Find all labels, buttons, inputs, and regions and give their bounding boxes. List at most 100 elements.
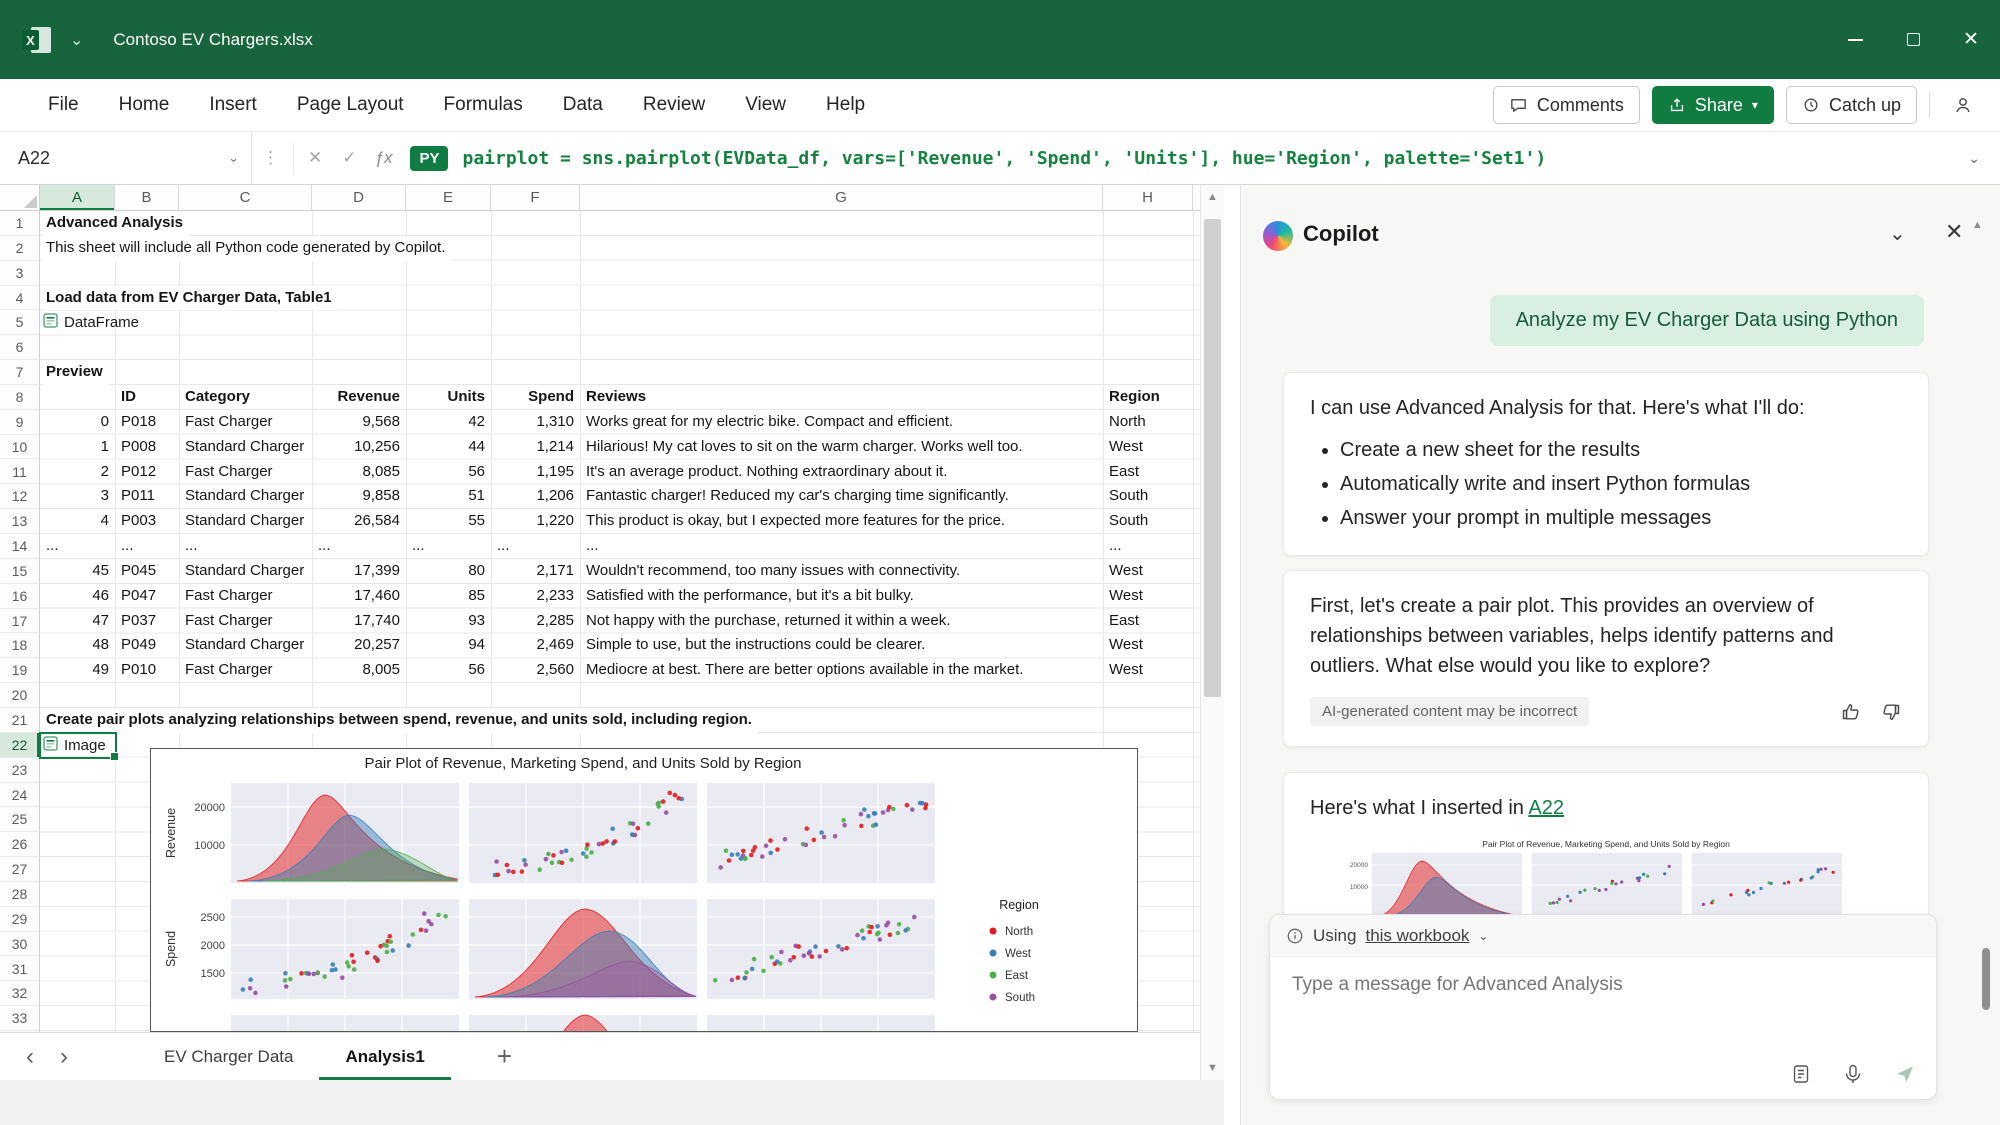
ribbon-tab-page-layout[interactable]: Page Layout (297, 94, 404, 116)
cell-G18[interactable]: Simple to use, but the instructions coul… (580, 633, 1103, 658)
row-header-30[interactable]: 30 (0, 932, 39, 957)
cell-D14[interactable]: ... (312, 534, 406, 559)
cell-D16[interactable]: 17,460 (312, 584, 406, 609)
cell-D19[interactable]: 8,005 (312, 658, 406, 683)
row-header-15[interactable]: 15 (0, 559, 39, 584)
column-header-F[interactable]: F (491, 185, 580, 210)
cell-F11[interactable]: 1,195 (491, 460, 580, 485)
cell-F12[interactable]: 1,206 (491, 484, 580, 509)
row-header-20[interactable]: 20 (0, 683, 39, 708)
row-header-32[interactable]: 32 (0, 981, 39, 1006)
cell-H15[interactable]: West (1103, 559, 1193, 584)
sheet-tab-ev-charger-data[interactable]: EV Charger Data (138, 1033, 319, 1080)
cell-C19[interactable]: Fast Charger (179, 658, 312, 683)
panel-scrollbar-thumb[interactable] (1982, 948, 1990, 1010)
cell-A13[interactable]: 4 (40, 509, 115, 534)
row-header-19[interactable]: 19 (0, 658, 39, 683)
cell-E19[interactable]: 56 (406, 658, 491, 683)
row-header-31[interactable]: 31 (0, 957, 39, 982)
add-sheet-button[interactable]: + (497, 1041, 512, 1072)
maximize-button[interactable] (1884, 0, 1942, 79)
cell-D17[interactable]: 17,740 (312, 609, 406, 634)
cell-text-row-4[interactable]: Load data from EV Charger Data, Table1 (43, 286, 338, 311)
message-input[interactable] (1290, 973, 1890, 997)
sheet-tab-analysis1[interactable]: Analysis1 (319, 1033, 450, 1080)
cell-C18[interactable]: Standard Charger (179, 633, 312, 658)
thumbs-down-icon[interactable] (1880, 701, 1902, 723)
cell-E10[interactable]: 44 (406, 435, 491, 460)
cell-A19[interactable]: 49 (40, 658, 115, 683)
cell-text-row-1[interactable]: Advanced Analysis (43, 211, 189, 236)
row-header-1[interactable]: 1 (0, 211, 39, 236)
row-header-7[interactable]: 7 (0, 360, 39, 385)
cell-A17[interactable]: 47 (40, 609, 115, 634)
ribbon-tab-file[interactable]: File (48, 94, 79, 116)
cell-H10[interactable]: West (1103, 435, 1193, 460)
row-header-16[interactable]: 16 (0, 584, 39, 609)
row-header-21[interactable]: 21 (0, 708, 39, 733)
cell-B11[interactable]: P012 (115, 460, 179, 485)
cell-G14[interactable]: ... (580, 534, 1103, 559)
column-header-E[interactable]: E (406, 185, 491, 210)
cell-A15[interactable]: 45 (40, 559, 115, 584)
cell-H14[interactable]: ... (1103, 534, 1193, 559)
column-header-A[interactable]: A (40, 185, 115, 210)
cell-H13[interactable]: South (1103, 509, 1193, 534)
cell-A12[interactable]: 3 (40, 484, 115, 509)
cell-D12[interactable]: 9,858 (312, 484, 406, 509)
row-header-9[interactable]: 9 (0, 410, 39, 435)
more-options-icon[interactable]: ⋮ (262, 148, 279, 168)
python-object-chip-dataframe[interactable]: DataFrame (43, 310, 139, 335)
cell-E15[interactable]: 80 (406, 559, 491, 584)
scroll-down-icon[interactable]: ▼ (1201, 1056, 1224, 1080)
cell-B10[interactable]: P008 (115, 435, 179, 460)
ribbon-tab-home[interactable]: Home (119, 94, 170, 116)
chevron-down-icon[interactable]: ⌄ (1889, 221, 1906, 246)
share-button[interactable]: Share ▾ (1652, 86, 1774, 124)
cell-C13[interactable]: Standard Charger (179, 509, 312, 534)
cell-B18[interactable]: P049 (115, 633, 179, 658)
ribbon-tab-view[interactable]: View (745, 94, 786, 116)
row-header-13[interactable]: 13 (0, 509, 39, 534)
cell-D15[interactable]: 17,399 (312, 559, 406, 584)
cell-E18[interactable]: 94 (406, 633, 491, 658)
cell-D9[interactable]: 9,568 (312, 410, 406, 435)
cell-F17[interactable]: 2,285 (491, 609, 580, 634)
cell-E11[interactable]: 56 (406, 460, 491, 485)
insert-function-icon[interactable]: ƒx (375, 148, 393, 168)
cell-F9[interactable]: 1,310 (491, 410, 580, 435)
row-header-10[interactable]: 10 (0, 435, 39, 460)
cell-G19[interactable]: Mediocre at best. There are better optio… (580, 658, 1103, 683)
python-object-chip-image[interactable]: Image (43, 733, 106, 758)
ribbon-tab-review[interactable]: Review (643, 94, 705, 116)
cell-C8[interactable]: Category (179, 385, 312, 410)
cell-F13[interactable]: 1,220 (491, 509, 580, 534)
cell-B13[interactable]: P003 (115, 509, 179, 534)
cell-C17[interactable]: Fast Charger (179, 609, 312, 634)
ribbon-tab-formulas[interactable]: Formulas (444, 94, 523, 116)
cell-G15[interactable]: Wouldn't recommend, too many issues with… (580, 559, 1103, 584)
thumbs-up-icon[interactable] (1840, 701, 1862, 723)
scrollbar-thumb[interactable] (1204, 219, 1221, 697)
formula-input[interactable]: pairplot = sns.pairplot(EVData_df, vars=… (462, 148, 1948, 169)
cell-B14[interactable]: ... (115, 534, 179, 559)
cell-F10[interactable]: 1,214 (491, 435, 580, 460)
microphone-icon[interactable] (1842, 1063, 1864, 1085)
column-header-B[interactable]: B (115, 185, 179, 210)
minimize-button[interactable] (1826, 0, 1884, 79)
cell-A11[interactable]: 2 (40, 460, 115, 485)
cell-E9[interactable]: 42 (406, 410, 491, 435)
column-header-C[interactable]: C (179, 185, 312, 210)
ribbon-tab-data[interactable]: Data (563, 94, 603, 116)
row-header-28[interactable]: 28 (0, 882, 39, 907)
row-header-4[interactable]: 4 (0, 286, 39, 311)
sheet-nav-left-icon[interactable]: ‹ (26, 1043, 34, 1071)
row-header-22[interactable]: 22 (0, 733, 39, 758)
cell-B12[interactable]: P011 (115, 484, 179, 509)
cell-C14[interactable]: ... (179, 534, 312, 559)
cell-C16[interactable]: Fast Charger (179, 584, 312, 609)
cell-E17[interactable]: 93 (406, 609, 491, 634)
row-header-23[interactable]: 23 (0, 758, 39, 783)
cell-G8[interactable]: Reviews (580, 385, 1103, 410)
cell-H18[interactable]: West (1103, 633, 1193, 658)
